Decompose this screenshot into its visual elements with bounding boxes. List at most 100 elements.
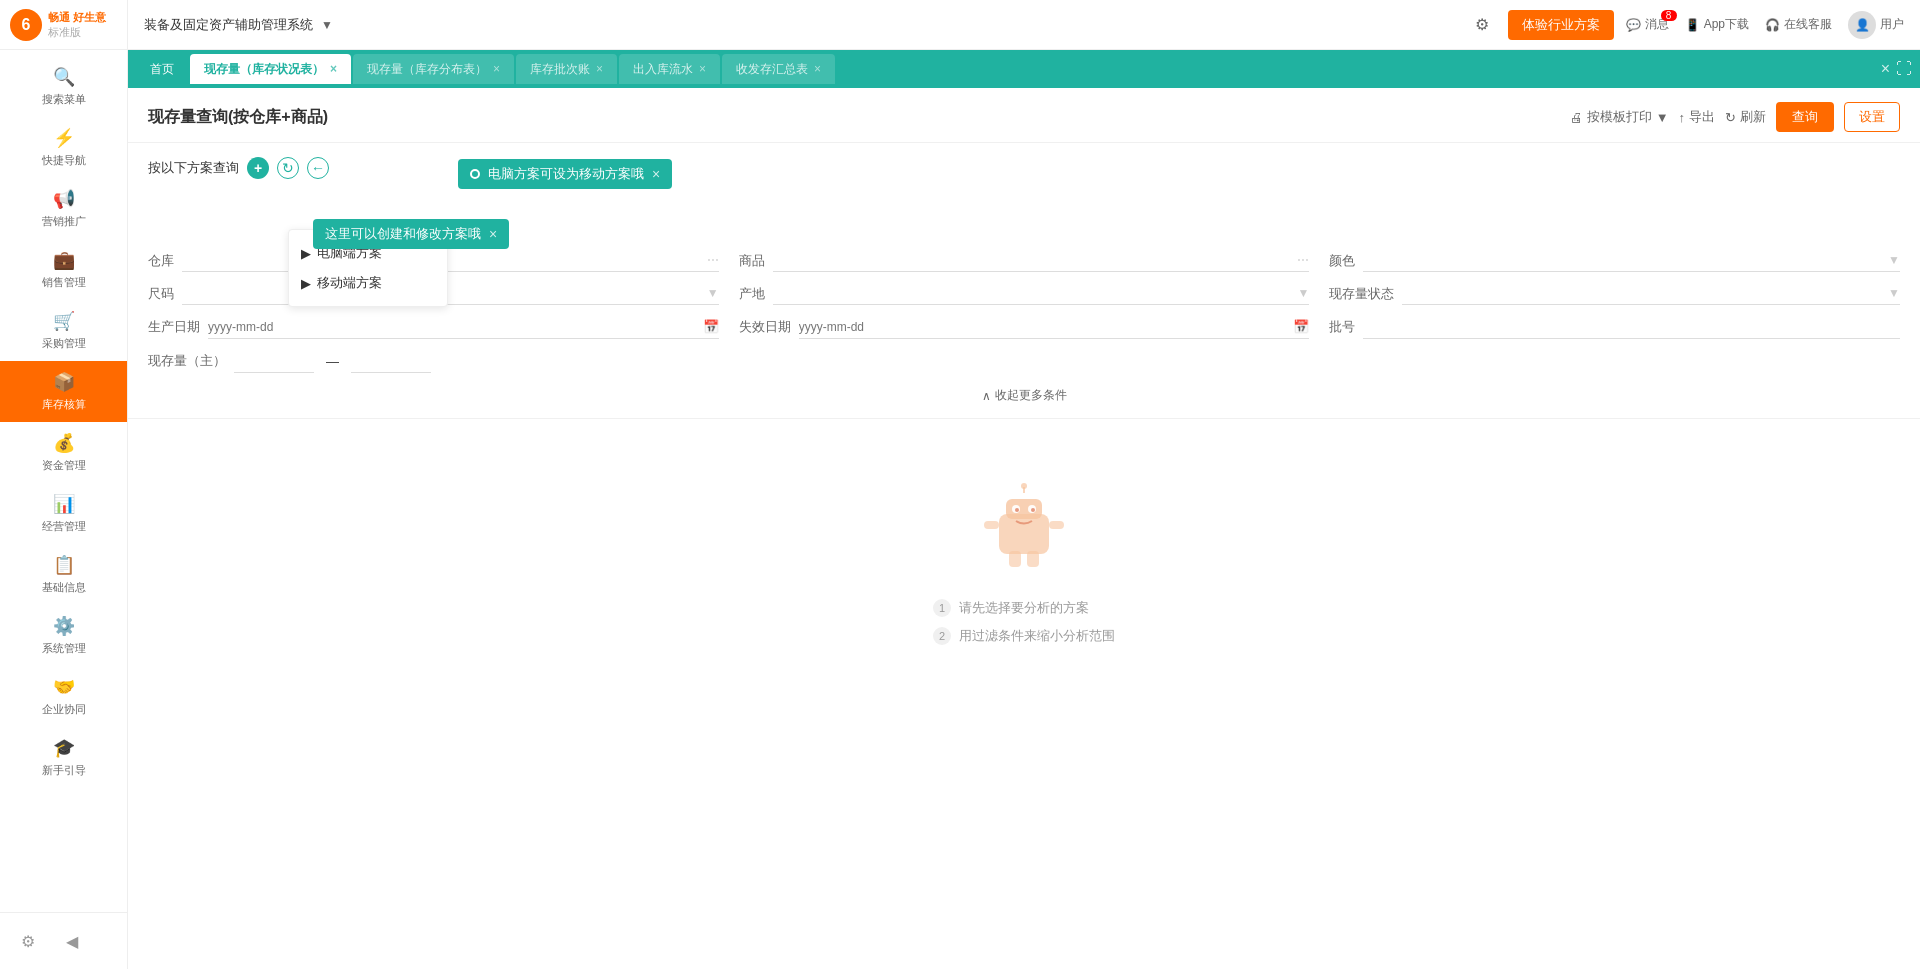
sidebar-item-guide[interactable]: 🎓 新手引导: [0, 727, 127, 788]
online-support-button[interactable]: 🎧 在线客服: [1765, 16, 1832, 33]
sidebar-item-nav[interactable]: ⚡ 快捷导航: [0, 117, 127, 178]
page-actions: 🖨 按模板打印 ▼ ↑ 导出 ↻ 刷新 查询 设置: [1570, 102, 1900, 132]
search-button[interactable]: 查询: [1776, 102, 1834, 132]
color-label: 颜色: [1329, 252, 1355, 270]
stock-qty-min[interactable]: [234, 349, 314, 373]
sidebar-item-basic[interactable]: 📋 基础信息: [0, 544, 127, 605]
arrow-icon: ▶: [301, 246, 311, 261]
empty-illustration: [974, 479, 1074, 579]
purchase-icon: 🛒: [53, 310, 75, 332]
tab-close-icon[interactable]: ×: [493, 62, 500, 76]
tab-close-icon[interactable]: ×: [699, 62, 706, 76]
sidebar-item-search[interactable]: 🔍 搜索菜单: [0, 56, 127, 117]
tooltip-close-icon[interactable]: ×: [489, 226, 497, 242]
collapse-sidebar-button[interactable]: ◀: [54, 923, 90, 959]
logo-icon: 6: [10, 9, 42, 41]
enterprise-icon: 🤝: [53, 676, 75, 698]
basic-icon: 📋: [53, 554, 75, 576]
stock-qty-max[interactable]: [351, 349, 431, 373]
svg-rect-0: [999, 514, 1049, 554]
tab-home[interactable]: 首页: [136, 54, 188, 84]
warehouse-select[interactable]: ⋯: [182, 249, 719, 272]
topbar: 装备及固定资产辅助管理系统 ▼ ⚙ 体验行业方案 💬 消息 8 📱 App下载 …: [128, 0, 1920, 50]
system-dropdown[interactable]: ▼: [321, 18, 333, 32]
trial-button[interactable]: 体验行业方案: [1508, 10, 1614, 40]
phone-icon: 📱: [1685, 18, 1700, 32]
sidebar-item-management[interactable]: 📊 经营管理: [0, 483, 127, 544]
refresh-button[interactable]: ↻ 刷新: [1725, 108, 1766, 126]
tab-expand-icon[interactable]: ⛶: [1896, 60, 1912, 78]
tooltip-close-icon[interactable]: ×: [652, 166, 660, 182]
filter-add-button[interactable]: +: [247, 157, 269, 179]
collapse-button[interactable]: ∧ 收起更多条件: [148, 387, 1900, 404]
empty-step-1: 1 请先选择要分析的方案: [933, 599, 1115, 617]
sidebar-item-label: 系统管理: [42, 641, 86, 656]
size-select[interactable]: ▼: [182, 282, 719, 305]
system-name: 装备及固定资产辅助管理系统: [144, 16, 313, 34]
user-avatar[interactable]: 👤 用户: [1848, 11, 1904, 39]
tab-close-icon[interactable]: ×: [330, 62, 337, 76]
sidebar-item-purchase[interactable]: 🛒 采购管理: [0, 300, 127, 361]
topbar-title: 装备及固定资产辅助管理系统 ▼: [144, 16, 1456, 34]
tab-close-all-icon[interactable]: ×: [1881, 60, 1890, 78]
filter-row-stock-qty: 现存量（主） —: [148, 349, 719, 373]
batch-label: 批号: [1329, 318, 1355, 336]
sidebar-bottom: ⚙ ◀: [0, 912, 127, 969]
tab-inventory-dist[interactable]: 现存量（库存分布表） ×: [353, 54, 514, 84]
sidebar-item-enterprise[interactable]: 🤝 企业协同: [0, 666, 127, 727]
tab-close-icon[interactable]: ×: [596, 62, 603, 76]
set-button[interactable]: 设置: [1844, 102, 1900, 132]
svg-rect-6: [984, 521, 999, 529]
filter-refresh-button[interactable]: ↻: [277, 157, 299, 179]
sidebar-item-label: 新手引导: [42, 763, 86, 778]
marketing-icon: 📢: [53, 188, 75, 210]
logo-text: 畅通 好生意 标准版: [48, 10, 106, 39]
settings-button[interactable]: ⚙: [10, 923, 46, 959]
tab-close-icon[interactable]: ×: [814, 62, 821, 76]
sales-icon: 💼: [53, 249, 75, 271]
tab-inventory-status[interactable]: 现存量（库存状况表） ×: [190, 54, 351, 84]
stock-qty-label: 现存量（主）: [148, 352, 226, 370]
tab-summary[interactable]: 收发存汇总表 ×: [722, 54, 835, 84]
sidebar-item-system[interactable]: ⚙️ 系统管理: [0, 605, 127, 666]
sidebar-item-sales[interactable]: 💼 销售管理: [0, 239, 127, 300]
scheme-item-mobile[interactable]: ▶ 移动端方案: [289, 268, 447, 298]
filter-area: 按以下方案查询 + ↻ ← ▶ 电脑端方案 ▶ 移动端方案: [128, 143, 1920, 419]
sidebar-item-finance[interactable]: 💰 资金管理: [0, 422, 127, 483]
sidebar-item-label: 快捷导航: [42, 153, 86, 168]
color-select[interactable]: ▼: [1363, 249, 1900, 272]
svg-rect-7: [1049, 521, 1064, 529]
filter-row-produce-date: 生产日期 📅: [148, 315, 719, 339]
sidebar-item-label: 营销推广: [42, 214, 86, 229]
app-download-button[interactable]: 📱 App下载: [1685, 16, 1749, 33]
stock-status-select[interactable]: ▼: [1402, 282, 1900, 305]
collapse-icon: ∧: [982, 389, 991, 403]
sidebar-item-marketing[interactable]: 📢 营销推广: [0, 178, 127, 239]
print-icon: 🖨: [1570, 110, 1583, 125]
expire-date-field[interactable]: [799, 320, 1290, 334]
calendar-icon[interactable]: 📅: [703, 319, 719, 334]
sidebar-item-inventory[interactable]: 📦 库存核算: [0, 361, 127, 422]
print-button[interactable]: 🖨 按模板打印 ▼: [1570, 108, 1669, 126]
product-select[interactable]: ⋯: [773, 249, 1310, 272]
sidebar-item-label: 搜索菜单: [42, 92, 86, 107]
export-button[interactable]: ↑ 导出: [1679, 108, 1716, 126]
guide-icon: 🎓: [53, 737, 75, 759]
arrow-icon: ▶: [301, 276, 311, 291]
batch-input[interactable]: [1363, 315, 1900, 339]
print-dropdown-icon: ▼: [1656, 110, 1669, 125]
tab-inout-flow[interactable]: 出入库流水 ×: [619, 54, 720, 84]
filter-arrow-button[interactable]: ←: [307, 157, 329, 179]
filter-header: 按以下方案查询 + ↻ ←: [148, 157, 1900, 179]
export-icon: ↑: [1679, 110, 1686, 125]
expire-date-input[interactable]: 📅: [799, 315, 1310, 339]
produce-date-field[interactable]: [208, 320, 699, 334]
tab-batch-account[interactable]: 库存批次账 ×: [516, 54, 617, 84]
calendar-icon[interactable]: 📅: [1293, 319, 1309, 334]
sidebar-logo: 6 畅通 好生意 标准版: [0, 0, 127, 50]
topbar-settings-button[interactable]: ⚙: [1468, 11, 1496, 39]
message-button[interactable]: 💬 消息 8: [1626, 16, 1669, 33]
scheme-tooltip: 电脑方案可设为移动方案哦 ×: [458, 159, 672, 189]
produce-date-input[interactable]: 📅: [208, 315, 719, 339]
origin-select[interactable]: ▼: [773, 282, 1310, 305]
